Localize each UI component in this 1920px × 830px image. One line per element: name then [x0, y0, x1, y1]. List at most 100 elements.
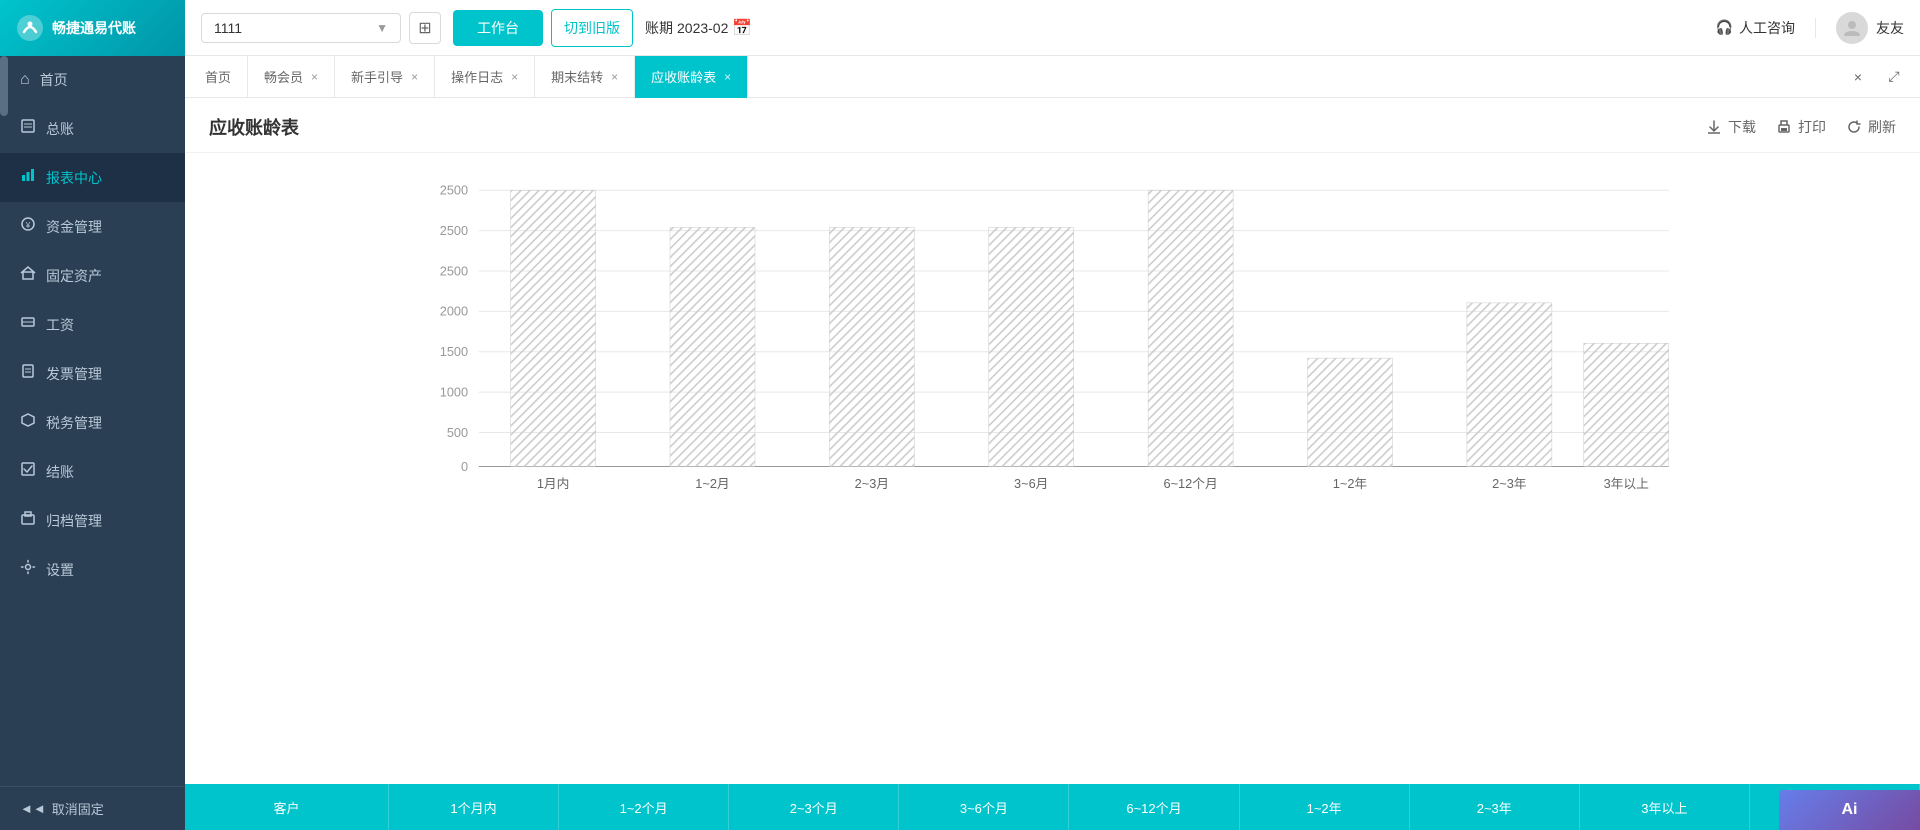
- table-footer: 客户 1个月内 1~2个月 2~3个月 3~6个月 6~12个月 1~2年 2~…: [185, 784, 1920, 830]
- svg-text:¥: ¥: [25, 221, 31, 230]
- refresh-button[interactable]: 刷新: [1846, 117, 1896, 137]
- sidebar-item-label: 资金管理: [46, 217, 102, 237]
- svg-text:0: 0: [461, 459, 468, 474]
- calendar-icon[interactable]: 📅: [732, 18, 752, 38]
- company-selector[interactable]: 1111 ▼: [201, 13, 401, 43]
- period-label-text: 账期: [645, 18, 673, 38]
- print-button[interactable]: 打印: [1776, 117, 1826, 137]
- period-area: 账期 2023-02 📅: [645, 18, 752, 38]
- sidebar-item-label: 总账: [46, 119, 74, 139]
- sidebar-item-salary[interactable]: 工资: [0, 300, 185, 349]
- svg-text:2~3年: 2~3年: [1492, 476, 1527, 491]
- print-icon: [1776, 119, 1792, 135]
- sidebar-item-tax[interactable]: 税务管理: [0, 398, 185, 447]
- invoice-icon: [20, 363, 36, 384]
- home-icon: ⌂: [20, 71, 30, 89]
- close-all-tabs-button[interactable]: ×: [1844, 63, 1872, 91]
- svg-text:6~12个月: 6~12个月: [1164, 476, 1218, 491]
- cancel-fixed-label: 取消固定: [52, 799, 104, 818]
- print-label: 打印: [1798, 117, 1826, 137]
- sidebar-item-invoice[interactable]: 发票管理: [0, 349, 185, 398]
- page-title: 应收账龄表: [209, 114, 299, 140]
- salary-icon: [20, 314, 36, 335]
- footer-cell-label: 客户: [273, 798, 299, 817]
- cancel-fixed-button[interactable]: ◄◄ 取消固定: [0, 786, 185, 830]
- copy-button[interactable]: ⊞: [409, 12, 441, 44]
- sidebar-item-archive[interactable]: 归档管理: [0, 496, 185, 545]
- tab-aging[interactable]: 应收账龄表 ×: [635, 56, 748, 98]
- logo-area: 畅捷通易代账: [0, 0, 185, 56]
- tab-period-end[interactable]: 期末结转 ×: [535, 56, 635, 98]
- footer-col-3y-plus: 3年以上: [1580, 784, 1750, 830]
- content-area: 首页 畅会员 × 新手引导 × 操作日志 × 期末结转 × 应收账龄表 ×: [185, 56, 1920, 830]
- tab-home[interactable]: 首页: [197, 56, 248, 98]
- user-area[interactable]: 友友: [1836, 12, 1904, 44]
- tab-label: 期末结转: [551, 67, 603, 86]
- sidebar-item-ledger[interactable]: 总账: [0, 104, 185, 153]
- tab-label: 应收账龄表: [651, 67, 716, 86]
- sidebar-item-asset[interactable]: 固定资产: [0, 251, 185, 300]
- page-header: 应收账龄表 下载: [185, 98, 1920, 153]
- svg-text:2500: 2500: [440, 263, 468, 278]
- period-value: 2023-02: [677, 20, 728, 36]
- tab-close-icon[interactable]: ×: [311, 71, 318, 83]
- sidebar-item-label: 报表中心: [46, 168, 102, 188]
- download-button[interactable]: 下载: [1706, 117, 1756, 137]
- svg-text:2~3月: 2~3月: [855, 476, 889, 491]
- tab-close-icon[interactable]: ×: [411, 71, 418, 83]
- sidebar-item-label: 税务管理: [46, 413, 102, 433]
- footer-cell-label: 6~12个月: [1126, 798, 1181, 817]
- expand-button[interactable]: ⤢: [1880, 63, 1908, 91]
- sidebar-item-fund[interactable]: ¥ 资金管理: [0, 202, 185, 251]
- tab-oplog[interactable]: 操作日志 ×: [435, 56, 535, 98]
- svg-text:500: 500: [447, 425, 468, 440]
- switch-version-button[interactable]: 切到旧版: [551, 9, 633, 47]
- sidebar-item-label: 设置: [46, 560, 74, 580]
- tab-member[interactable]: 畅会员 ×: [248, 56, 335, 98]
- tab-close-icon[interactable]: ×: [511, 71, 518, 83]
- ai-badge[interactable]: Ai: [1779, 790, 1920, 830]
- consult-button[interactable]: 🎧 人工咨询: [1716, 18, 1795, 38]
- headset-icon: 🎧: [1716, 19, 1733, 36]
- footer-cell-label: 1~2个月: [620, 798, 668, 817]
- bar-chart: 2500 2500 2500 2000 1500 1000 500 0: [209, 169, 1896, 509]
- svg-text:1~2年: 1~2年: [1333, 476, 1368, 491]
- app-logo-text: 畅捷通易代账: [52, 18, 136, 38]
- footer-col-customer: 客户: [185, 784, 389, 830]
- sidebar: ⌂ 首页 总账: [0, 56, 185, 830]
- tab-close-icon[interactable]: ×: [611, 71, 618, 83]
- footer-col-6-12m: 6~12个月: [1069, 784, 1239, 830]
- tab-close-icon[interactable]: ×: [724, 71, 731, 83]
- chart-wrapper: 2500 2500 2500 2000 1500 1000 500 0: [209, 169, 1896, 509]
- svg-text:2500: 2500: [440, 183, 468, 198]
- sidebar-scroll: ⌂ 首页 总账: [0, 56, 185, 786]
- tab-guide[interactable]: 新手引导 ×: [335, 56, 435, 98]
- sidebar-item-checkout[interactable]: 结账: [0, 447, 185, 496]
- footer-cell-label: 3年以上: [1641, 798, 1687, 817]
- tab-label: 畅会员: [264, 67, 303, 86]
- sidebar-item-settings[interactable]: 设置: [0, 545, 185, 594]
- download-icon: [1706, 119, 1722, 135]
- header-right: 🎧 人工咨询 友友: [1716, 12, 1904, 44]
- page-content: 应收账龄表 下载: [185, 98, 1920, 830]
- footer-col-2-3m: 2~3个月: [729, 784, 899, 830]
- ledger-icon: [20, 118, 36, 139]
- footer-col-3-6m: 3~6个月: [899, 784, 1069, 830]
- workbench-button[interactable]: 工作台: [453, 10, 543, 46]
- sidebar-item-home[interactable]: ⌂ 首页: [0, 56, 185, 104]
- user-avatar: [1836, 12, 1868, 44]
- footer-col-1-2m: 1~2个月: [559, 784, 729, 830]
- tab-actions: × ⤢: [1844, 63, 1908, 91]
- divider: [1815, 18, 1816, 38]
- company-name: 1111: [214, 20, 368, 36]
- footer-cell-label: 2~3年: [1477, 798, 1512, 817]
- sidebar-item-label: 归档管理: [46, 511, 102, 531]
- tab-label: 操作日志: [451, 67, 503, 86]
- svg-text:1500: 1500: [440, 344, 468, 359]
- svg-text:1~2月: 1~2月: [695, 476, 729, 491]
- sidebar-item-report[interactable]: 报表中心: [0, 153, 185, 202]
- fund-icon: ¥: [20, 216, 36, 237]
- svg-text:2500: 2500: [440, 223, 468, 238]
- sidebar-item-label: 首页: [40, 70, 68, 90]
- svg-text:2000: 2000: [440, 304, 468, 319]
